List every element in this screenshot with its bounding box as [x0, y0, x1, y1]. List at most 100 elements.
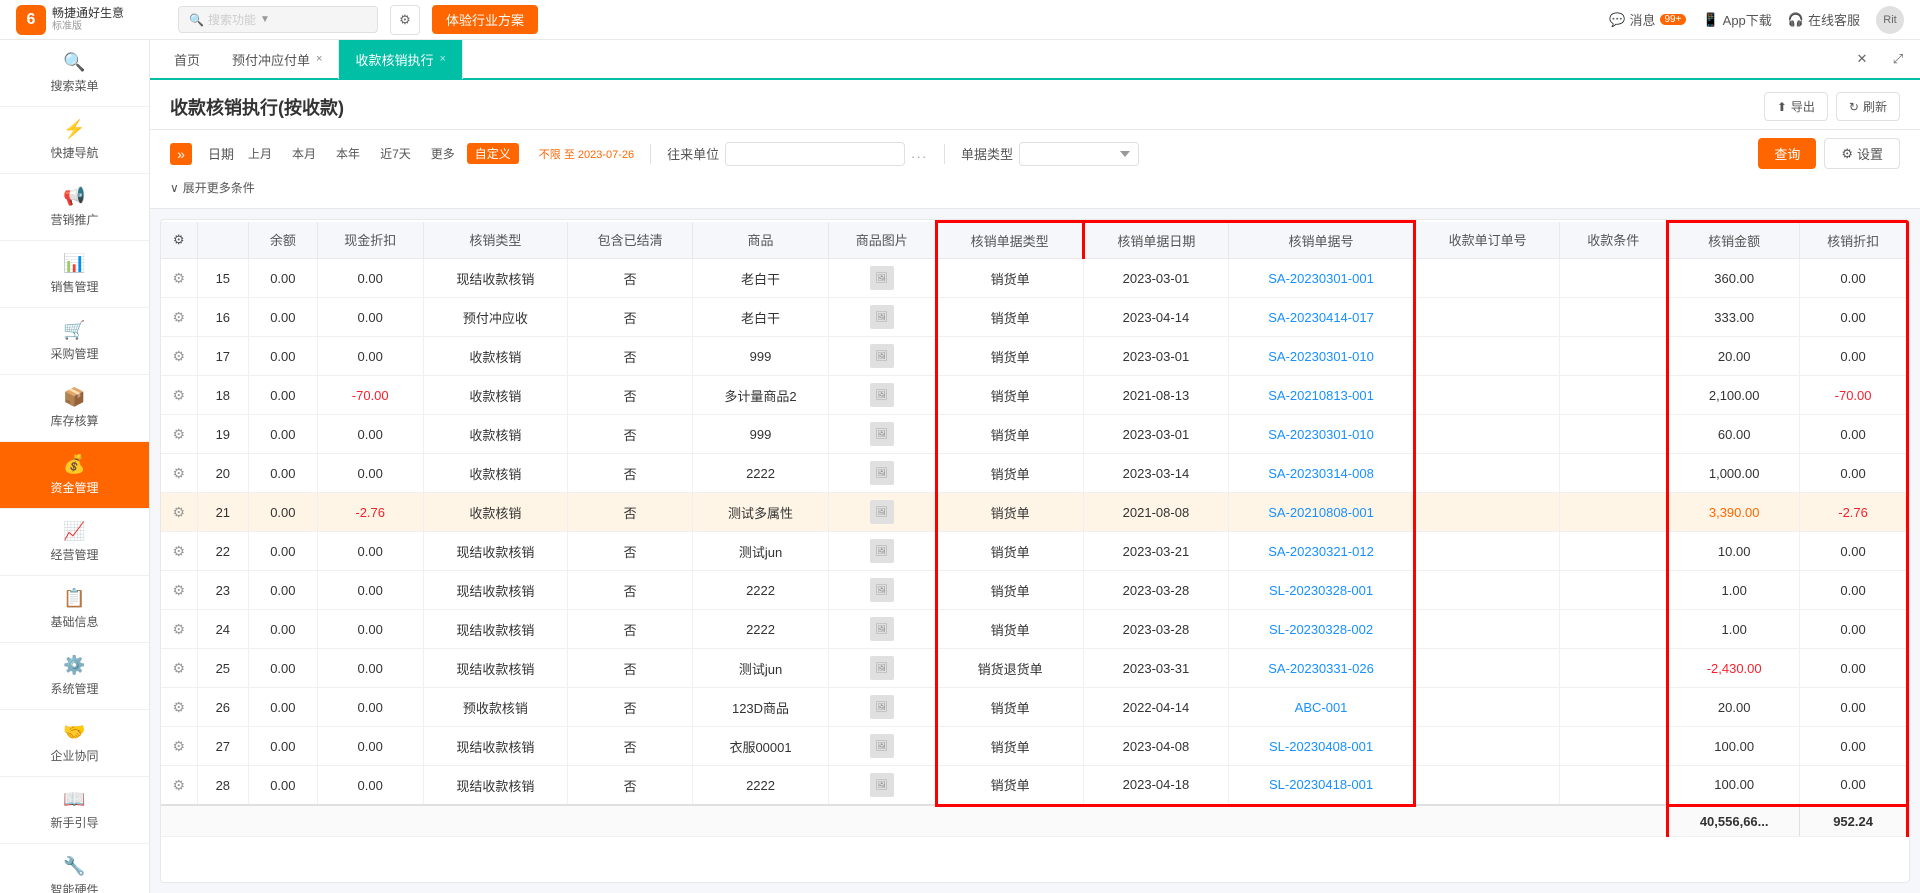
td-verify-no[interactable]: SL-20230328-001	[1229, 571, 1415, 610]
td-verify-no[interactable]: SA-20230321-012	[1229, 532, 1415, 571]
td-verify-no[interactable]: SL-20230408-001	[1229, 727, 1415, 766]
tab-prepay-close[interactable]: ×	[316, 53, 322, 65]
verify-no-link[interactable]: SL-20230408-001	[1269, 739, 1373, 754]
td-receipt-condition	[1560, 415, 1668, 454]
td-verify-amount: -2,430.00	[1668, 649, 1800, 688]
filter-date-last-month[interactable]: 上月	[240, 143, 280, 164]
table-header-row: ⚙ 余额 现金折扣 核销类型 包含已结清 商品 商品图片 核销单据类型 核销单据…	[161, 222, 1908, 259]
tab-close-all-btn[interactable]: ✕	[1848, 45, 1876, 73]
td-verify-no[interactable]: SA-20210813-001	[1229, 376, 1415, 415]
voucher-type-select[interactable]	[1019, 142, 1139, 166]
verify-no-link[interactable]: SL-20230328-002	[1269, 622, 1373, 637]
page-header: 收款核销执行(按收款) ⬆ 导出 ↻ 刷新	[150, 80, 1920, 130]
td-verify-no[interactable]: SA-20210808-001	[1229, 493, 1415, 532]
verify-no-link[interactable]: SA-20230301-010	[1268, 349, 1374, 364]
sidebar-item-inventory[interactable]: 📦 库存核算	[0, 375, 149, 442]
td-receipt-order-no	[1414, 610, 1560, 649]
td-verify-type: 现结收款核销	[423, 649, 567, 688]
expand-more-btn[interactable]: ∨ 展开更多条件	[170, 175, 1900, 200]
tab-receipt-verify[interactable]: 收款核销执行 ×	[339, 40, 462, 79]
td-verify-type: 收款核销	[423, 415, 567, 454]
th-gear: ⚙	[161, 222, 197, 259]
tab-restore-btn[interactable]: ⤢	[1884, 45, 1912, 73]
filter-expand-arrow[interactable]: »	[170, 143, 192, 165]
td-gear: ⚙	[161, 415, 197, 454]
content-area: 首页 预付冲应付单 × 收款核销执行 × ✕ ⤢ 收款核销执行(按收款) ⬆	[150, 40, 1920, 893]
sidebar-item-collab[interactable]: 🤝 企业协同	[0, 710, 149, 777]
td-included-settled: 否	[567, 649, 692, 688]
settings-icon-btn[interactable]: ⚙	[390, 5, 420, 35]
verify-no-link[interactable]: SA-20230314-008	[1268, 466, 1374, 481]
td-verify-no[interactable]: SA-20230301-001	[1229, 259, 1415, 298]
inventory-icon: 📦	[63, 387, 85, 408]
top-search-box[interactable]: 🔍 搜索功能 ▼	[178, 6, 378, 33]
sidebar-item-guide[interactable]: 📖 新手引导	[0, 777, 149, 844]
verify-no-link[interactable]: SA-20210813-001	[1268, 388, 1374, 403]
sidebar-item-purchase[interactable]: 🛒 采购管理	[0, 308, 149, 375]
th-no	[197, 222, 249, 259]
sidebar-item-basic-info[interactable]: 📋 基础信息	[0, 576, 149, 643]
td-verify-no[interactable]: SA-20230301-010	[1229, 415, 1415, 454]
verify-no-link[interactable]: SA-20210808-001	[1268, 505, 1374, 520]
filter-date-custom-btn[interactable]: 自定义	[467, 143, 519, 164]
verify-no-link[interactable]: SA-20230321-012	[1268, 544, 1374, 559]
td-verify-no[interactable]: SL-20230328-002	[1229, 610, 1415, 649]
filter-date-more[interactable]: 更多	[423, 143, 463, 164]
filter-date-this-month[interactable]: 本月	[284, 143, 324, 164]
verify-no-link[interactable]: SL-20230328-001	[1269, 583, 1373, 598]
td-verify-no[interactable]: SA-20230414-017	[1229, 298, 1415, 337]
td-verify-no[interactable]: SA-20230301-010	[1229, 337, 1415, 376]
verify-no-link[interactable]: SA-20230414-017	[1268, 310, 1374, 325]
tab-receipt-verify-close[interactable]: ×	[439, 53, 445, 65]
table-footer-row: 40,556,66... 952.24	[161, 805, 1908, 836]
sidebar-item-operations[interactable]: 📈 经营管理	[0, 509, 149, 576]
td-receipt-order-no	[1414, 532, 1560, 571]
td-gear: ⚙	[161, 454, 197, 493]
filter-date-7days[interactable]: 近7天	[372, 143, 419, 164]
export-button[interactable]: ⬆ 导出	[1764, 92, 1828, 121]
tab-home[interactable]: 首页	[158, 40, 216, 79]
td-cash-discount: 0.00	[317, 571, 423, 610]
counterpart-input[interactable]	[725, 142, 905, 166]
online-support-btn[interactable]: 🎧 在线客服	[1788, 10, 1860, 29]
filter-date-this-year[interactable]: 本年	[328, 143, 368, 164]
td-verify-voucher-type: 销货单	[936, 376, 1083, 415]
sidebar-item-sales[interactable]: 📊 销售管理	[0, 241, 149, 308]
td-gear: ⚙	[161, 727, 197, 766]
verify-no-link[interactable]: SA-20230301-010	[1268, 427, 1374, 442]
td-verify-no[interactable]: ABC-001	[1229, 688, 1415, 727]
sidebar-item-search[interactable]: 🔍 搜索菜单	[0, 40, 149, 107]
sidebar-item-marketing[interactable]: 📢 营销推广	[0, 174, 149, 241]
avatar[interactable]: Rit	[1876, 6, 1904, 34]
td-verify-date: 2023-03-01	[1083, 415, 1229, 454]
td-verify-no[interactable]: SL-20230418-001	[1229, 766, 1415, 806]
verify-no-link[interactable]: SA-20230331-026	[1268, 661, 1374, 676]
verify-no-link[interactable]: ABC-001	[1295, 700, 1348, 715]
td-cash-discount: -2.76	[317, 493, 423, 532]
filter-date-item: 日期 上月 本月 本年 近7天 更多 自定义	[208, 143, 519, 164]
solution-button[interactable]: 体验行业方案	[432, 5, 538, 34]
tab-bar: 首页 预付冲应付单 × 收款核销执行 × ✕ ⤢	[150, 40, 1920, 80]
tab-prepay[interactable]: 预付冲应付单 ×	[216, 40, 339, 79]
query-button[interactable]: 查询	[1758, 138, 1816, 169]
td-receipt-condition	[1560, 337, 1668, 376]
refresh-button[interactable]: ↻ 刷新	[1836, 92, 1900, 121]
td-verify-no[interactable]: SA-20230314-008	[1229, 454, 1415, 493]
verify-no-link[interactable]: SL-20230418-001	[1269, 777, 1373, 792]
finance-icon: 💰	[63, 454, 85, 475]
goods-image: 🖼	[870, 305, 894, 329]
td-verify-discount: 0.00	[1800, 532, 1908, 571]
settings-button[interactable]: ⚙ 设置	[1824, 138, 1900, 169]
td-cash-discount: 0.00	[317, 532, 423, 571]
verify-no-link[interactable]: SA-20230301-001	[1268, 271, 1374, 286]
sidebar-item-hardware[interactable]: 🔧 智能硬件	[0, 844, 149, 893]
sidebar-item-system[interactable]: ⚙️ 系统管理	[0, 643, 149, 710]
td-verify-no[interactable]: SA-20230331-026	[1229, 649, 1415, 688]
td-balance: 0.00	[249, 337, 317, 376]
sidebar-item-quicknav[interactable]: ⚡ 快捷导航	[0, 107, 149, 174]
sidebar-item-finance[interactable]: 💰 资金管理	[0, 442, 149, 509]
app-download-btn[interactable]: 📱 App下载	[1702, 10, 1771, 29]
message-btn[interactable]: 💬 消息 99+	[1609, 10, 1686, 29]
td-verify-voucher-type: 销货退货单	[936, 649, 1083, 688]
td-verify-voucher-type: 销货单	[936, 493, 1083, 532]
